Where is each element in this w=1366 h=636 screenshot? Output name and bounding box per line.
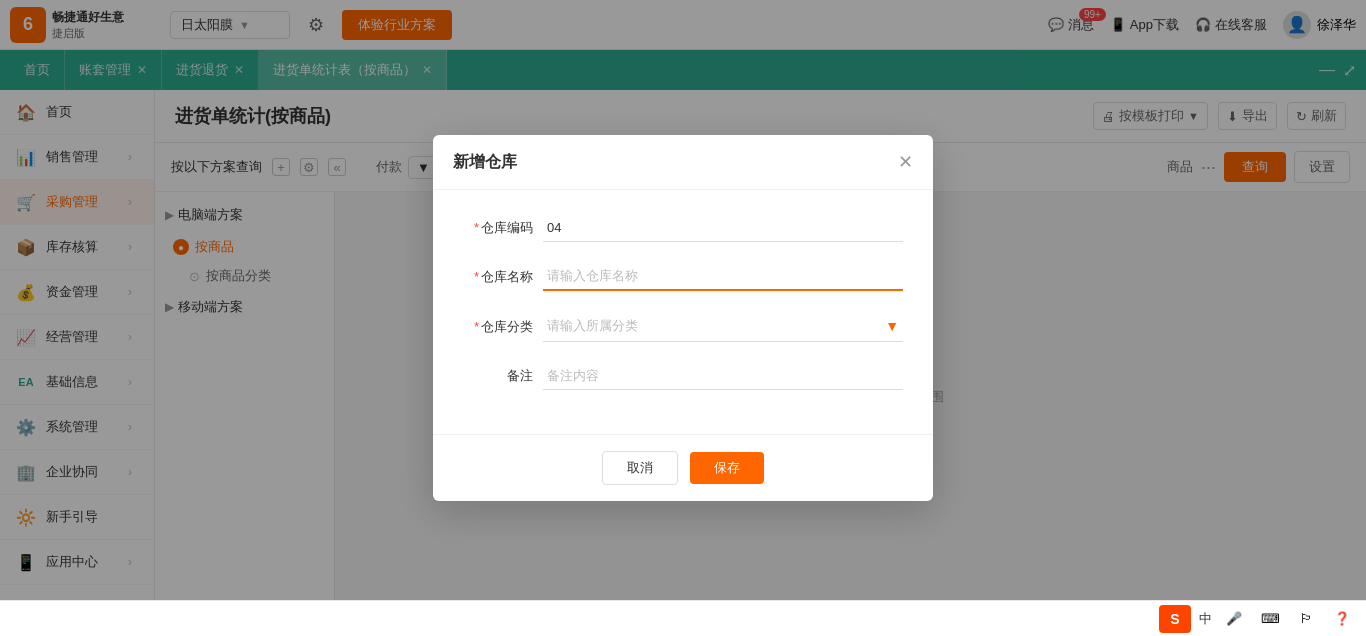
new-warehouse-dialog: 新增仓库 ✕ 仓库编码 仓库名称 仓库分类 请输入所属分类 ▼ [433, 135, 933, 501]
form-row-category: 仓库分类 请输入所属分类 ▼ [463, 311, 903, 342]
form-row-code: 仓库编码 [463, 214, 903, 242]
keyboard-icon[interactable]: ⌨ [1256, 605, 1284, 633]
remark-input[interactable] [543, 362, 903, 390]
dialog-header: 新增仓库 ✕ [433, 135, 933, 190]
mic-icon[interactable]: 🎤 [1220, 605, 1248, 633]
save-button[interactable]: 保存 [690, 452, 764, 484]
code-input[interactable] [543, 214, 903, 242]
name-input[interactable] [543, 262, 903, 291]
form-row-name: 仓库名称 [463, 262, 903, 291]
bottom-logo: S [1159, 605, 1191, 633]
dialog-body: 仓库编码 仓库名称 仓库分类 请输入所属分类 ▼ 备注 [433, 190, 933, 434]
form-row-remark: 备注 [463, 362, 903, 390]
category-placeholder: 请输入所属分类 [547, 317, 638, 335]
dialog-close-button[interactable]: ✕ [898, 151, 913, 173]
category-label: 仓库分类 [463, 318, 533, 336]
code-label: 仓库编码 [463, 219, 533, 237]
dialog-title: 新增仓库 [453, 152, 517, 173]
remark-label: 备注 [463, 367, 533, 385]
ime-label[interactable]: 中 [1199, 610, 1212, 628]
dialog-footer: 取消 保存 [433, 434, 933, 501]
bottom-bar: S 中 🎤 ⌨ 🏳 ❓ [0, 600, 1366, 636]
category-select[interactable]: 请输入所属分类 ▼ [543, 311, 903, 342]
category-chevron-icon: ▼ [885, 318, 899, 334]
name-label: 仓库名称 [463, 268, 533, 286]
cancel-button[interactable]: 取消 [602, 451, 678, 485]
flag-icon[interactable]: 🏳 [1292, 605, 1320, 633]
dialog-overlay: 新增仓库 ✕ 仓库编码 仓库名称 仓库分类 请输入所属分类 ▼ [0, 0, 1366, 636]
help-icon[interactable]: ❓ [1328, 605, 1356, 633]
